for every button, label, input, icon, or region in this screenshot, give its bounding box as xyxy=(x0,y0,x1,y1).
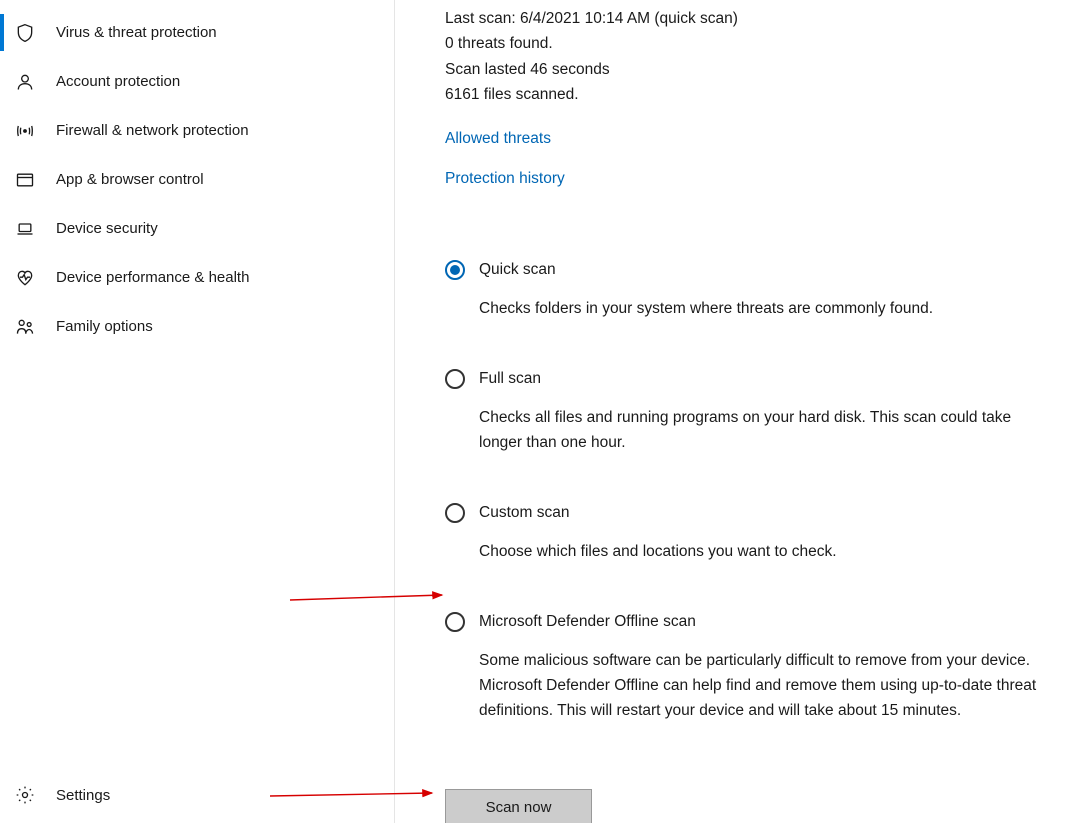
scan-option-quick-header[interactable]: Quick scan xyxy=(445,260,1045,280)
sidebar-item-label: App & browser control xyxy=(56,171,204,188)
scan-option-title: Microsoft Defender Offline scan xyxy=(479,613,696,631)
antenna-icon xyxy=(14,120,36,142)
sidebar-item-app-browser-control[interactable]: App & browser control xyxy=(0,155,394,204)
browser-icon xyxy=(14,169,36,191)
radio-icon[interactable] xyxy=(445,612,465,632)
sidebar-item-label: Settings xyxy=(56,787,110,804)
sidebar: Virus & threat protection Account protec… xyxy=(0,0,395,823)
radio-icon[interactable] xyxy=(445,369,465,389)
sidebar-item-label: Device performance & health xyxy=(56,269,249,286)
family-icon xyxy=(14,316,36,338)
scan-option-custom-header[interactable]: Custom scan xyxy=(445,503,1045,523)
scan-option-title: Custom scan xyxy=(479,504,569,522)
sidebar-items-container: Virus & threat protection Account protec… xyxy=(0,0,394,767)
sidebar-item-label: Firewall & network protection xyxy=(56,122,249,139)
sidebar-item-label: Family options xyxy=(56,318,153,335)
scan-option-offline: Microsoft Defender Offline scan Some mal… xyxy=(445,612,1045,723)
status-scan-duration: Scan lasted 46 seconds xyxy=(445,57,1045,83)
gear-icon xyxy=(14,784,36,806)
scan-option-quick: Quick scan Checks folders in your system… xyxy=(445,260,1045,321)
sidebar-item-settings[interactable]: Settings xyxy=(0,767,394,823)
sidebar-item-virus-threat-protection[interactable]: Virus & threat protection xyxy=(0,8,394,57)
status-last-scan: Last scan: 6/4/2021 10:14 AM (quick scan… xyxy=(445,6,1045,32)
scan-option-desc: Checks folders in your system where thre… xyxy=(479,296,1045,321)
main-content: No current threats. Last scan: 6/4/2021 … xyxy=(395,0,1090,823)
allowed-threats-link[interactable]: Allowed threats xyxy=(445,122,1045,156)
protection-history-link[interactable]: Protection history xyxy=(445,162,1045,196)
radio-icon[interactable] xyxy=(445,503,465,523)
shield-icon xyxy=(14,22,36,44)
sidebar-item-firewall-network[interactable]: Firewall & network protection xyxy=(0,106,394,155)
heart-icon xyxy=(14,267,36,289)
scan-option-offline-header[interactable]: Microsoft Defender Offline scan xyxy=(445,612,1045,632)
laptop-icon xyxy=(14,218,36,240)
radio-icon[interactable] xyxy=(445,260,465,280)
scan-option-title: Quick scan xyxy=(479,261,556,279)
sidebar-item-device-performance-health[interactable]: Device performance & health xyxy=(0,253,394,302)
sidebar-item-label: Account protection xyxy=(56,73,180,90)
sidebar-item-label: Device security xyxy=(56,220,158,237)
scan-option-desc: Some malicious software can be particula… xyxy=(479,648,1045,723)
sidebar-item-family-options[interactable]: Family options xyxy=(0,302,394,351)
scan-now-button[interactable]: Scan now xyxy=(445,789,592,823)
scan-options-group: Quick scan Checks folders in your system… xyxy=(445,260,1045,723)
status-files-scanned: 6161 files scanned. xyxy=(445,82,1045,108)
status-threats-found: 0 threats found. xyxy=(445,31,1045,57)
scan-status-block: No current threats. Last scan: 6/4/2021 … xyxy=(445,0,1045,108)
scan-option-full: Full scan Checks all files and running p… xyxy=(445,369,1045,455)
scan-option-custom: Custom scan Choose which files and locat… xyxy=(445,503,1045,564)
scan-option-desc: Checks all files and running programs on… xyxy=(479,405,1045,455)
person-icon xyxy=(14,71,36,93)
scan-option-full-header[interactable]: Full scan xyxy=(445,369,1045,389)
sidebar-item-account-protection[interactable]: Account protection xyxy=(0,57,394,106)
scan-option-title: Full scan xyxy=(479,370,541,388)
sidebar-item-label: Virus & threat protection xyxy=(56,24,217,41)
sidebar-item-device-security[interactable]: Device security xyxy=(0,204,394,253)
scan-option-desc: Choose which files and locations you wan… xyxy=(479,539,1045,564)
